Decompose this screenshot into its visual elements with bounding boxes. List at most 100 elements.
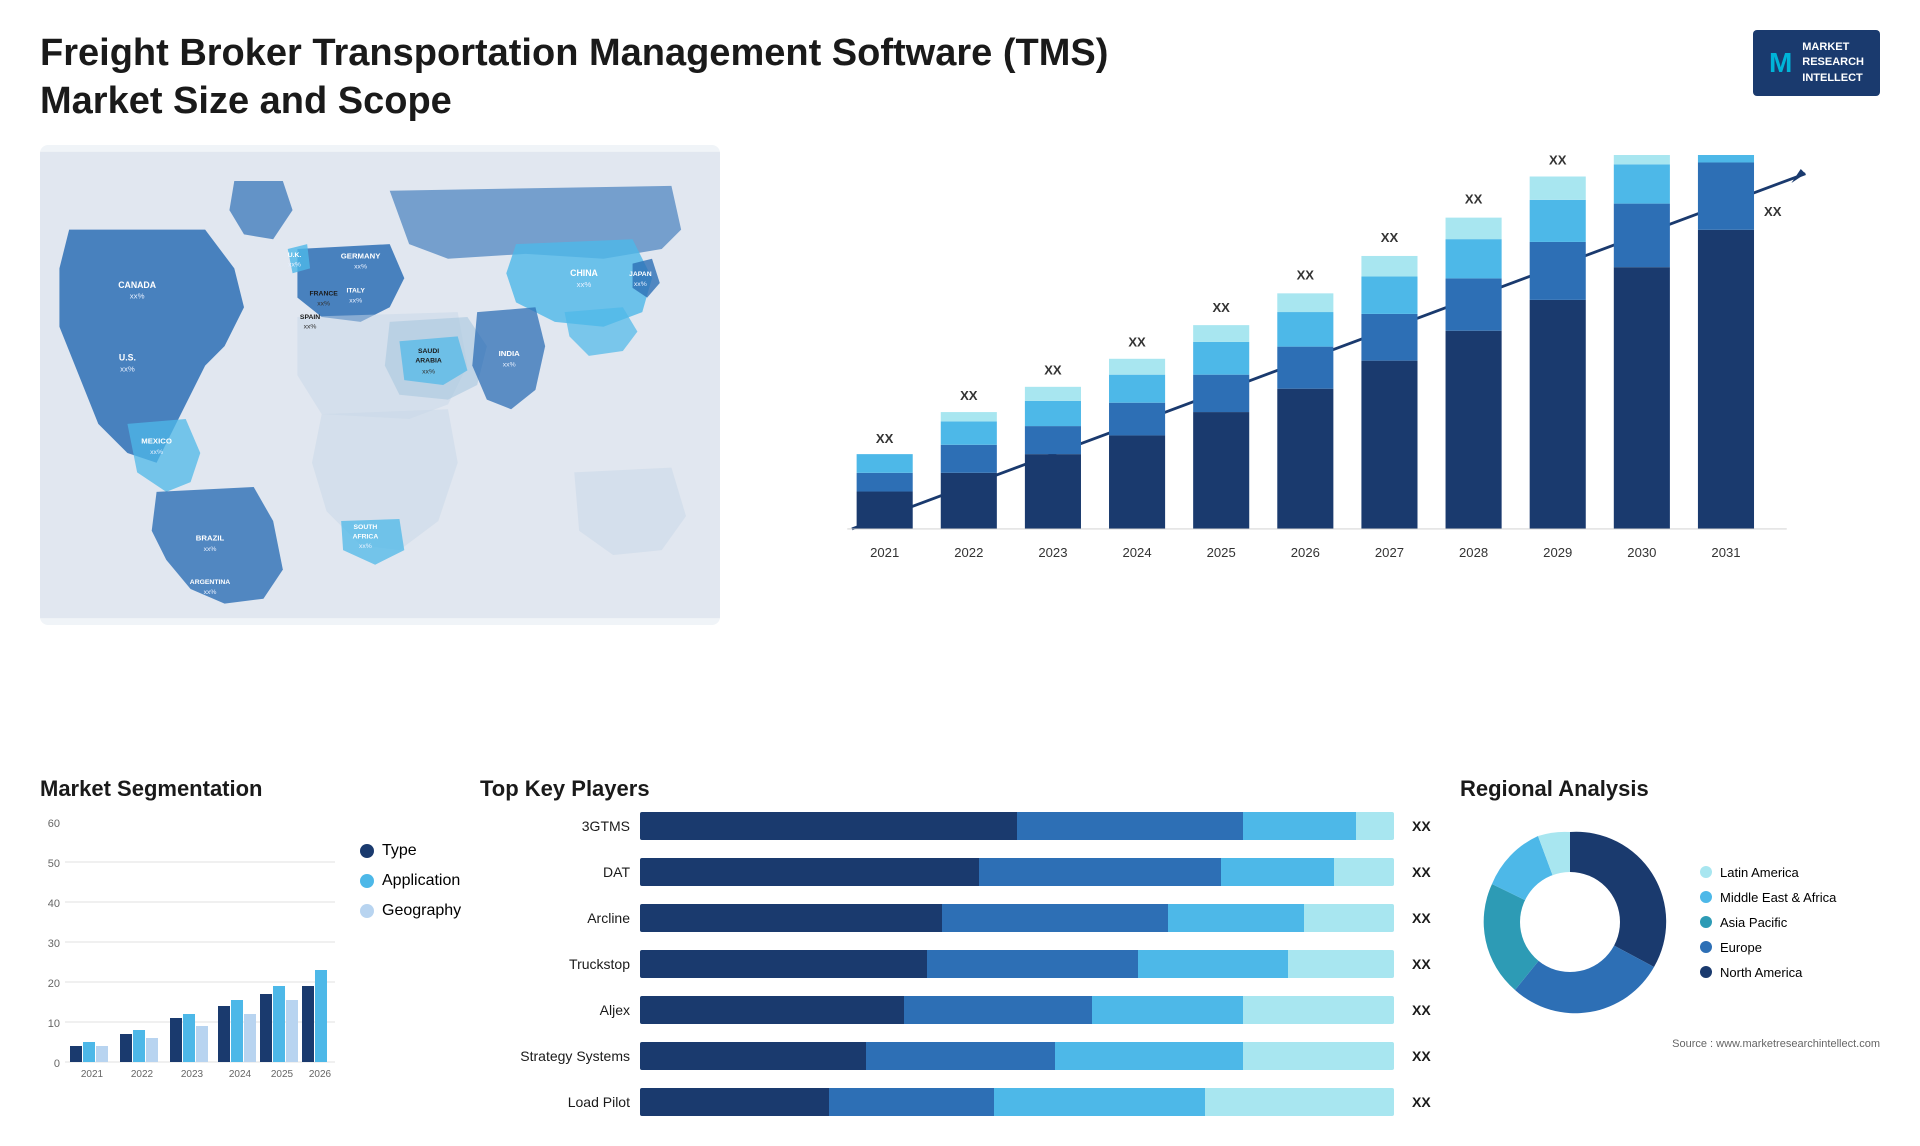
svg-text:2026: 2026 xyxy=(1291,545,1320,560)
geography-dot xyxy=(360,904,374,918)
reg-legend-asia-pacific: Asia Pacific xyxy=(1700,915,1836,930)
svg-text:FRANCE: FRANCE xyxy=(309,291,338,298)
svg-text:2022: 2022 xyxy=(954,545,983,560)
svg-text:xx%: xx% xyxy=(317,300,330,307)
page-title: Freight Broker Transportation Management… xyxy=(40,30,1108,125)
svg-text:xx%: xx% xyxy=(304,324,317,331)
svg-text:2026: 2026 xyxy=(309,1069,332,1080)
player-row: Load Pilot XX xyxy=(480,1088,1440,1116)
source-text: Source : www.marketresearchintellect.com xyxy=(1460,1038,1880,1050)
logo-block: M MARKET RESEARCH INTELLECT xyxy=(1753,30,1880,96)
svg-text:SAUDI: SAUDI xyxy=(418,348,439,355)
svg-text:xx%: xx% xyxy=(359,543,372,550)
svg-text:xx%: xx% xyxy=(503,362,516,369)
svg-text:xx%: xx% xyxy=(204,546,217,553)
legend-geography: Geography xyxy=(360,902,461,920)
svg-text:ARGENTINA: ARGENTINA xyxy=(190,579,230,586)
players-list: 3GTMS XX DAT xyxy=(480,812,1440,1116)
svg-text:2021: 2021 xyxy=(870,545,899,560)
svg-text:2025: 2025 xyxy=(1207,545,1236,560)
page-container: Freight Broker Transportation Management… xyxy=(0,0,1920,1146)
title-block: Freight Broker Transportation Management… xyxy=(40,30,1108,125)
logo-icon: M xyxy=(1769,43,1792,82)
svg-text:40: 40 xyxy=(48,898,60,910)
svg-text:0: 0 xyxy=(54,1058,60,1070)
players-title: Top Key Players xyxy=(480,776,1440,802)
svg-text:XX: XX xyxy=(1549,155,1567,167)
svg-text:50: 50 xyxy=(48,858,60,870)
bottom-row: Market Segmentation 0 10 20 30 40 50 60 xyxy=(40,776,1880,1116)
logo: M MARKET RESEARCH INTELLECT xyxy=(1753,30,1880,96)
reg-legend-middle-east: Middle East & Africa xyxy=(1700,890,1836,905)
segmentation-title: Market Segmentation xyxy=(40,776,460,802)
svg-text:30: 30 xyxy=(48,938,60,950)
players-section: Top Key Players 3GTMS XX DAT xyxy=(480,776,1440,1116)
svg-text:GERMANY: GERMANY xyxy=(341,252,382,261)
svg-text:2030: 2030 xyxy=(1627,545,1656,560)
svg-text:U.K.: U.K. xyxy=(288,252,302,259)
svg-text:BRAZIL: BRAZIL xyxy=(196,533,225,542)
reg-legend-europe: Europe xyxy=(1700,940,1836,955)
type-dot xyxy=(360,844,374,858)
svg-text:2028: 2028 xyxy=(1459,545,1488,560)
chart-section: XX 2021 XX 2022 XX 2023 xyxy=(740,145,1880,625)
svg-text:ITALY: ITALY xyxy=(346,288,365,295)
regional-wrap: Latin America Middle East & Africa Asia … xyxy=(1460,812,1880,1032)
reg-legend-north-america: North America xyxy=(1700,965,1836,980)
svg-text:ARABIA: ARABIA xyxy=(415,358,442,365)
player-row: Arcline XX xyxy=(480,904,1440,932)
regional-section: Regional Analysis xyxy=(1460,776,1880,1116)
svg-text:2024: 2024 xyxy=(229,1069,252,1080)
header: Freight Broker Transportation Management… xyxy=(40,30,1880,125)
svg-text:SPAIN: SPAIN xyxy=(300,314,320,321)
svg-text:xx%: xx% xyxy=(577,280,592,289)
svg-text:XX: XX xyxy=(1212,300,1230,315)
player-row: 3GTMS XX xyxy=(480,812,1440,840)
svg-text:xx%: xx% xyxy=(120,364,135,373)
main-content: CANADA xx% U.S. xx% MEXICO xx% BRAZIL xx… xyxy=(40,145,1880,756)
svg-text:MEXICO: MEXICO xyxy=(141,436,172,445)
segmentation-section: Market Segmentation 0 10 20 30 40 50 60 xyxy=(40,776,460,1116)
svg-text:U.S.: U.S. xyxy=(119,353,136,363)
svg-text:xx%: xx% xyxy=(634,281,647,288)
svg-text:2027: 2027 xyxy=(1375,545,1404,560)
svg-text:JAPAN: JAPAN xyxy=(629,271,652,278)
svg-text:xx%: xx% xyxy=(349,297,362,304)
player-row: Aljex XX xyxy=(480,996,1440,1024)
svg-text:10: 10 xyxy=(48,1018,60,1030)
reg-legend-latin-america: Latin America xyxy=(1700,865,1836,880)
svg-text:60: 60 xyxy=(48,818,60,830)
svg-text:XX: XX xyxy=(876,431,894,446)
svg-text:XX: XX xyxy=(1764,204,1782,219)
svg-text:2022: 2022 xyxy=(131,1069,154,1080)
svg-text:CANADA: CANADA xyxy=(118,280,157,290)
player-row: Strategy Systems XX xyxy=(480,1042,1440,1070)
legend-application: Application xyxy=(360,872,461,890)
application-dot xyxy=(360,874,374,888)
svg-text:xx%: xx% xyxy=(204,589,217,596)
svg-text:xx%: xx% xyxy=(288,261,301,268)
svg-text:2029: 2029 xyxy=(1543,545,1572,560)
svg-text:XX: XX xyxy=(1128,335,1146,350)
svg-text:20: 20 xyxy=(48,978,60,990)
svg-text:XX: XX xyxy=(1044,363,1062,378)
regional-legend: Latin America Middle East & Africa Asia … xyxy=(1700,865,1836,980)
svg-text:xx%: xx% xyxy=(130,292,145,301)
svg-text:2031: 2031 xyxy=(1711,545,1740,560)
svg-text:XX: XX xyxy=(1465,192,1483,207)
player-row: Truckstop XX xyxy=(480,950,1440,978)
svg-text:2023: 2023 xyxy=(181,1069,204,1080)
svg-text:INDIA: INDIA xyxy=(499,349,521,358)
svg-text:xx%: xx% xyxy=(354,263,367,270)
svg-text:xx%: xx% xyxy=(422,368,435,375)
svg-text:2024: 2024 xyxy=(1123,545,1152,560)
svg-text:XX: XX xyxy=(960,388,978,403)
regional-title: Regional Analysis xyxy=(1460,776,1880,802)
legend-type: Type xyxy=(360,842,461,860)
svg-text:2023: 2023 xyxy=(1038,545,1067,560)
svg-text:SOUTH: SOUTH xyxy=(354,524,378,531)
svg-text:2025: 2025 xyxy=(271,1069,294,1080)
map-section: CANADA xx% U.S. xx% MEXICO xx% BRAZIL xx… xyxy=(40,145,720,625)
svg-text:XX: XX xyxy=(1381,230,1399,245)
svg-text:xx%: xx% xyxy=(150,449,163,456)
